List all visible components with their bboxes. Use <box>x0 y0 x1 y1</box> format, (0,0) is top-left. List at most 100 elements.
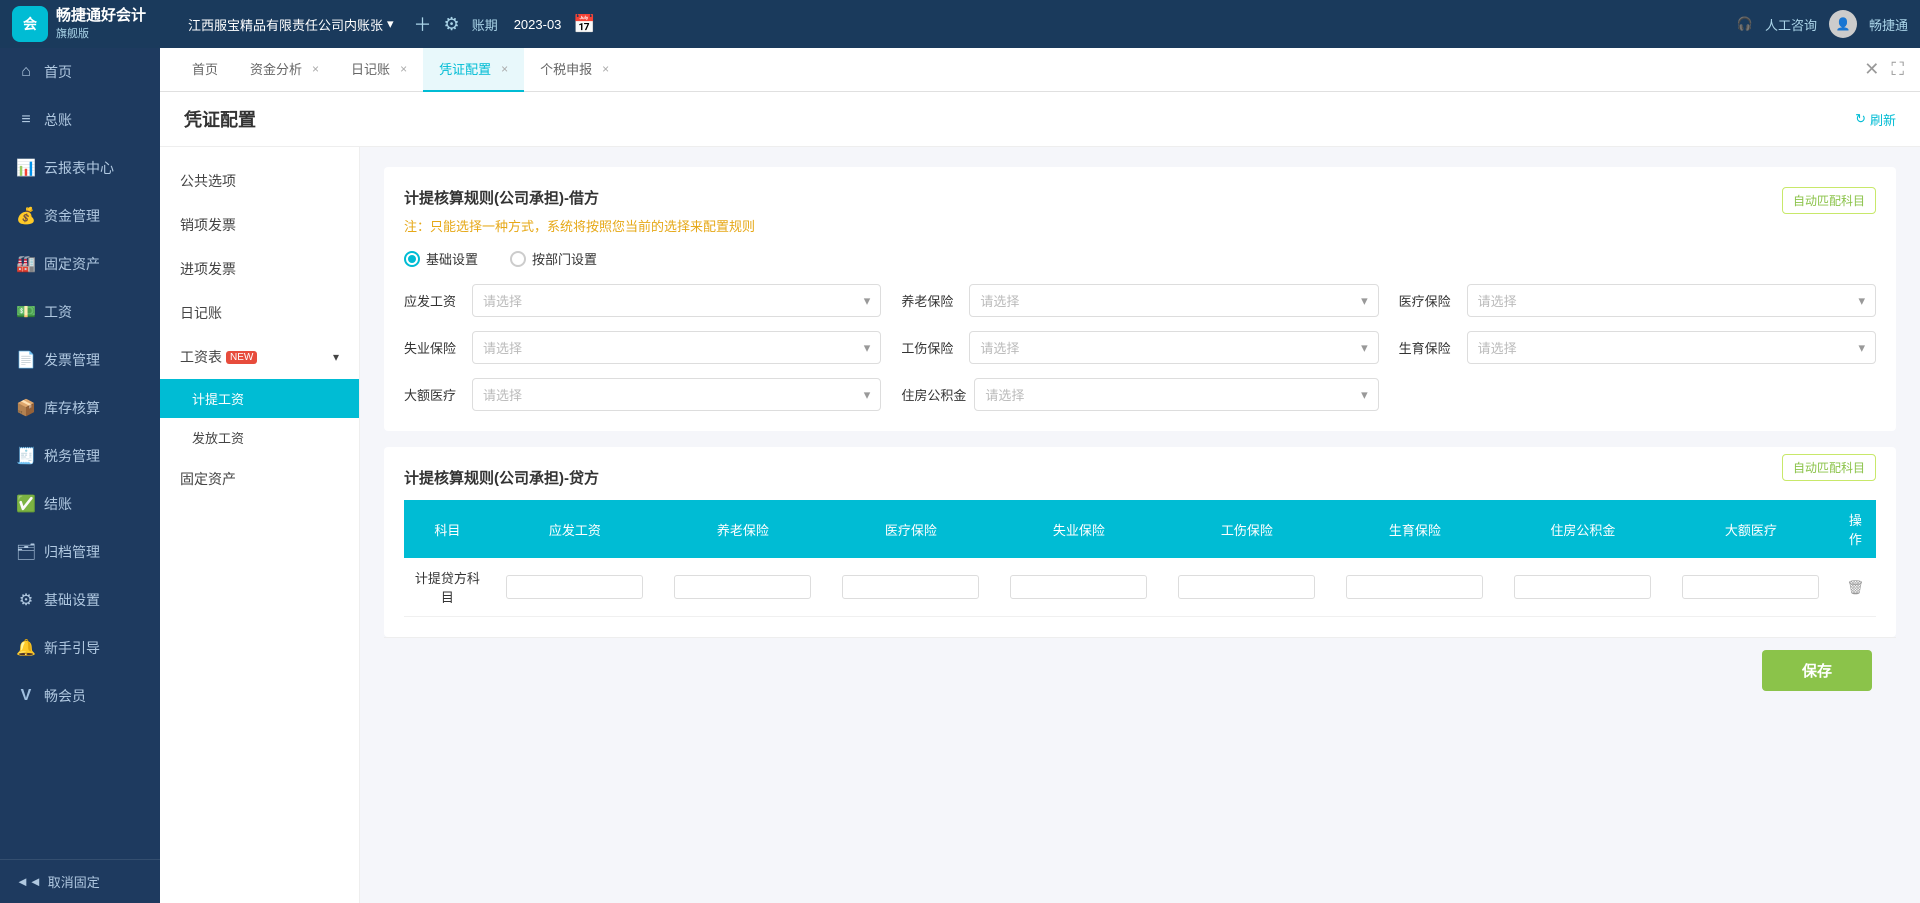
sidebar-item-member[interactable]: V 畅会员 <box>0 672 160 720</box>
settings-gear-icon: ⚙ <box>16 590 36 610</box>
tab-expand-btn[interactable]: ⛶ <box>1891 59 1904 80</box>
field-housing-fund: 住房公积金 请选择 ▾ <box>901 378 1378 411</box>
logo-sub: 旗舰版 <box>56 25 146 41</box>
tab-tax-return-close[interactable]: × <box>602 62 609 76</box>
input-large-medical[interactable] <box>1682 575 1819 599</box>
select-medical[interactable]: 请选择 ▾ <box>1467 284 1876 317</box>
save-button[interactable]: 保存 <box>1762 650 1872 691</box>
sidebar-item-tax[interactable]: 🧾 税务管理 <box>0 432 160 480</box>
select-pension-placeholder: 请选择 <box>980 291 1019 310</box>
left-nav-public[interactable]: 公共选项 <box>160 159 359 203</box>
tab-journal[interactable]: 日记账 × <box>335 48 423 92</box>
left-nav-public-label: 公共选项 <box>180 171 236 191</box>
logo-icon: 会 <box>12 6 48 42</box>
input-gross[interactable] <box>506 575 643 599</box>
select-work-injury-placeholder: 请选择 <box>980 338 1019 357</box>
tab-voucher-config-close[interactable]: × <box>501 62 508 76</box>
sidebar-item-archive[interactable]: 🗂 归档管理 <box>0 528 160 576</box>
sidebar-item-assets[interactable]: 🏭 固定资产 <box>0 240 160 288</box>
left-nav-journal[interactable]: 日记账 <box>160 291 359 335</box>
select-work-injury[interactable]: 请选择 ▾ <box>969 331 1378 364</box>
sidebar-item-funds[interactable]: 💰 资金管理 <box>0 192 160 240</box>
sidebar-item-settings[interactable]: ⚙ 基础设置 <box>0 576 160 624</box>
sidebar-item-guide[interactable]: 🔔 新手引导 <box>0 624 160 672</box>
left-nav-purchase-invoice[interactable]: 进项发票 <box>160 247 359 291</box>
sidebar-label-reports: 云报表中心 <box>44 158 114 178</box>
company-selector[interactable]: 江西服宝精品有限责任公司内账张 ▾ <box>188 15 398 34</box>
radio-dept[interactable]: 按部门设置 <box>510 249 597 268</box>
sidebar-item-inventory[interactable]: 📦 库存核算 <box>0 384 160 432</box>
table-row: 计提贷方科目 🗑 <box>404 558 1876 617</box>
tab-home[interactable]: 首页 <box>176 48 234 92</box>
input-pension[interactable] <box>674 575 811 599</box>
input-medical[interactable] <box>842 575 979 599</box>
sidebar-item-reports[interactable]: 📊 云报表中心 <box>0 144 160 192</box>
member-icon: V <box>16 687 36 705</box>
select-housing-fund[interactable]: 请选择 ▾ <box>974 378 1378 411</box>
chevron-medical: ▾ <box>1858 293 1865 309</box>
input-maternity[interactable] <box>1346 575 1483 599</box>
assets-icon: 🏭 <box>16 254 36 274</box>
sidebar-label-tax: 税务管理 <box>44 446 100 466</box>
input-work-injury[interactable] <box>1178 575 1315 599</box>
debit-section: 计提核算规则(公司承担)-借方 注：只能选择一种方式，系统将按照您当前的选择来配… <box>384 167 1896 431</box>
sidebar-label-member: 畅会员 <box>44 686 86 706</box>
guide-icon: 🔔 <box>16 638 36 658</box>
ai-consult-btn[interactable]: 人工咨询 <box>1765 15 1817 34</box>
select-pension[interactable]: 请选择 ▾ <box>969 284 1378 317</box>
headset-icon: 🎧 <box>1737 16 1753 32</box>
sidebar-item-ledger[interactable]: ≡ 总账 <box>0 96 160 144</box>
sidebar-item-salary[interactable]: 💵 工资 <box>0 288 160 336</box>
select-large-medical[interactable]: 请选择 ▾ <box>472 378 881 411</box>
label-pension: 养老保险 <box>901 291 961 310</box>
add-icon[interactable]: ＋ <box>414 11 432 37</box>
left-nav-payroll-table[interactable]: 工资表 NEW ▾ <box>160 335 359 379</box>
tax-icon: 🧾 <box>16 446 36 466</box>
label-gross-salary: 应发工资 <box>404 291 464 310</box>
select-large-medical-placeholder: 请选择 <box>483 385 522 404</box>
th-unemployment: 失业保险 <box>995 500 1163 558</box>
th-action: 操作 <box>1835 500 1876 558</box>
field-unemployment: 失业保险 请选择 ▾ <box>404 331 881 364</box>
debit-auto-match-btn[interactable]: 自动匹配科目 <box>1782 187 1876 214</box>
username: 畅捷通 <box>1869 15 1908 34</box>
delete-row-btn[interactable]: 🗑 <box>1847 579 1865 595</box>
left-nav-accrual-salary[interactable]: 计提工资 <box>160 379 359 418</box>
left-nav-payroll-table-label: 工资表 <box>180 347 222 367</box>
left-nav-pay-salary[interactable]: 发放工资 <box>160 418 359 457</box>
sidebar-item-closing[interactable]: ✅ 结账 <box>0 480 160 528</box>
field-gross-salary: 应发工资 请选择 ▾ <box>404 284 881 317</box>
select-unemployment[interactable]: 请选择 ▾ <box>472 331 881 364</box>
tab-close-btn[interactable]: ✕ <box>1864 59 1879 80</box>
left-nav-sales-invoice[interactable]: 销项发票 <box>160 203 359 247</box>
tab-fund-analysis-close[interactable]: × <box>312 62 319 76</box>
select-gross-salary[interactable]: 请选择 ▾ <box>472 284 881 317</box>
cancel-fixed-btn[interactable]: ◄◄ 取消固定 <box>0 859 160 903</box>
calendar-icon[interactable]: 📅 <box>573 14 595 35</box>
tab-voucher-config[interactable]: 凭证配置 × <box>423 48 524 92</box>
chevron-maternity: ▾ <box>1858 340 1865 356</box>
select-unemployment-placeholder: 请选择 <box>483 338 522 357</box>
tab-fund-analysis[interactable]: 资金分析 × <box>234 48 335 92</box>
input-unemployment[interactable] <box>1010 575 1147 599</box>
refresh-label: 刷新 <box>1870 110 1896 129</box>
settings-icon[interactable]: ⚙ <box>444 14 460 35</box>
avatar: 👤 <box>1829 10 1857 38</box>
td-housing-val <box>1499 558 1667 617</box>
field-work-injury: 工伤保险 请选择 ▾ <box>901 331 1378 364</box>
sidebar-label-ledger: 总账 <box>44 110 72 130</box>
sidebar-label-guide: 新手引导 <box>44 638 100 658</box>
input-housing[interactable] <box>1514 575 1651 599</box>
sidebar-item-home[interactable]: ⌂ 首页 <box>0 48 160 96</box>
period-label: 账期 <box>472 15 498 34</box>
tab-tax-return[interactable]: 个税申报 × <box>524 48 625 92</box>
page-header: 凭证配置 ↻ 刷新 <box>160 92 1920 147</box>
refresh-button[interactable]: ↻ 刷新 <box>1855 110 1896 129</box>
select-maternity[interactable]: 请选择 ▾ <box>1467 331 1876 364</box>
debit-section-note: 注：只能选择一种方式，系统将按照您当前的选择来配置规则 <box>404 216 755 235</box>
radio-basic[interactable]: 基础设置 <box>404 249 478 268</box>
credit-auto-match-btn[interactable]: 自动匹配科目 <box>1782 454 1876 481</box>
left-nav-fixed-assets[interactable]: 固定资产 <box>160 457 359 501</box>
sidebar-item-invoice[interactable]: 📄 发票管理 <box>0 336 160 384</box>
tab-journal-close[interactable]: × <box>400 62 407 76</box>
